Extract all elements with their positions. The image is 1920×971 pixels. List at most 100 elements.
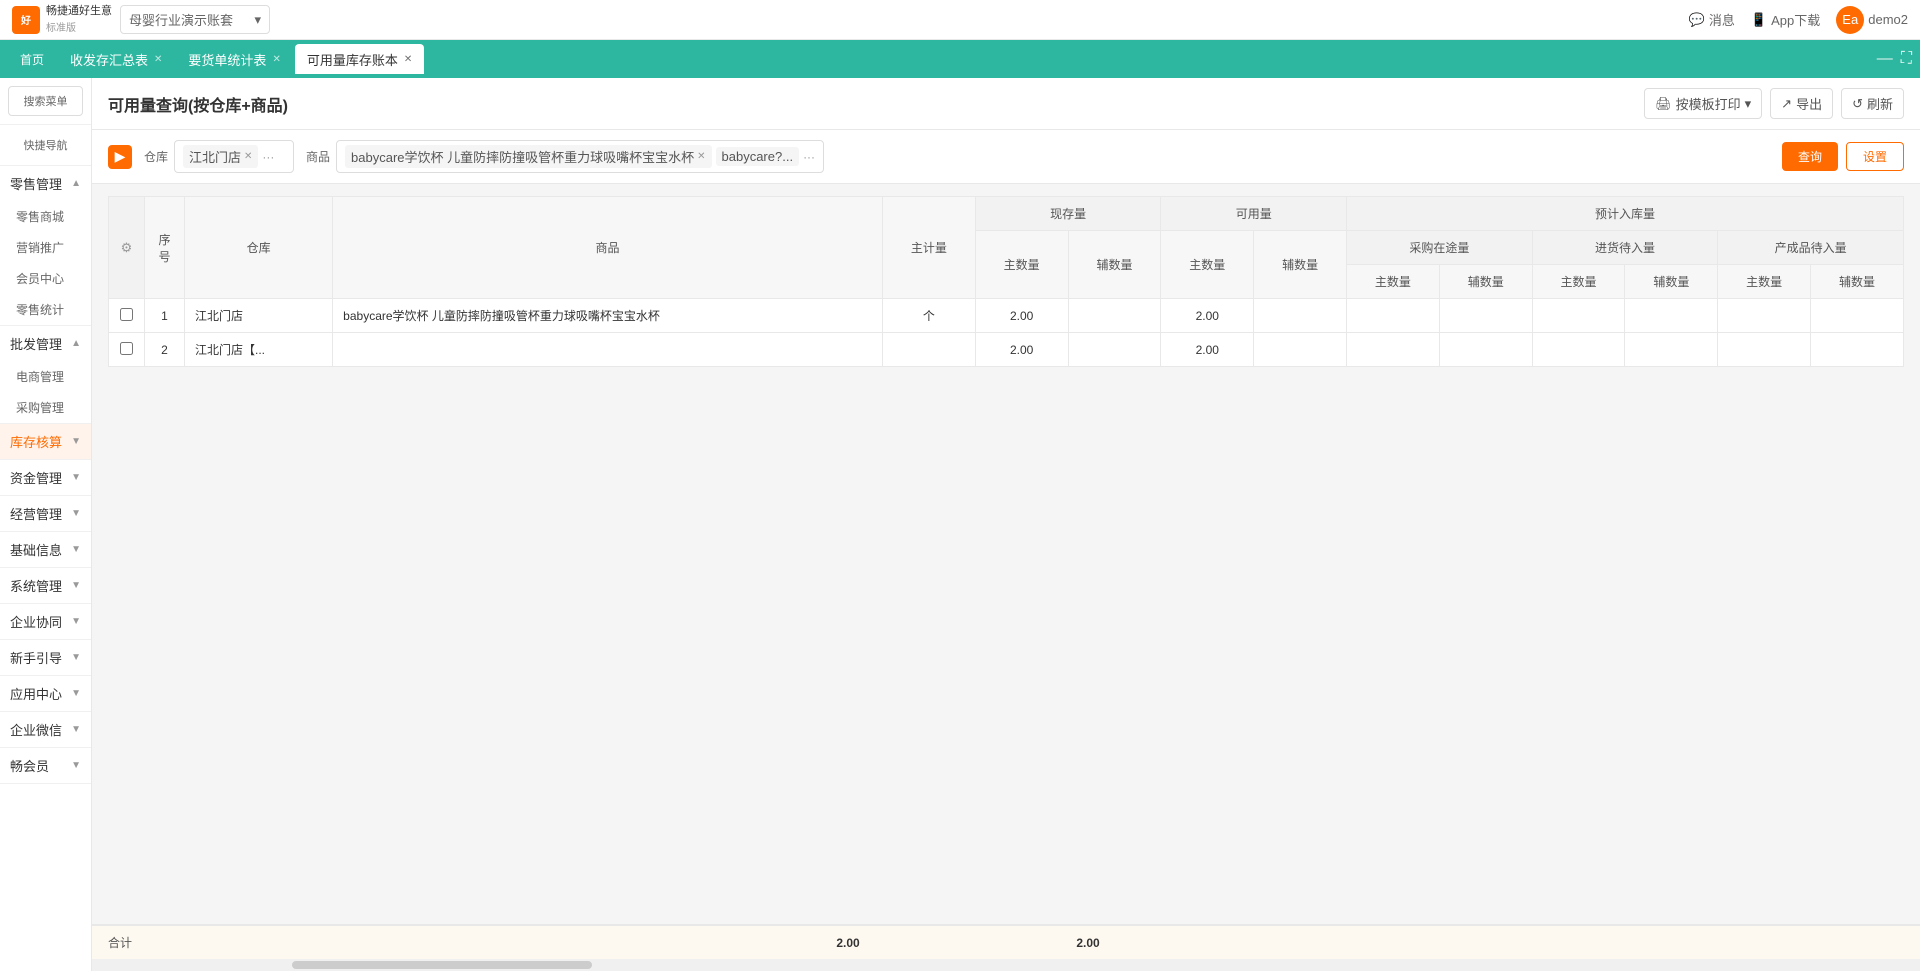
row-product: babycare学饮杯 儿童防摔防撞吸管杯重力球吸嘴杯宝宝水杯 [333, 299, 883, 333]
sidebar-section-enterprise: 企业协同 ▼ [0, 604, 91, 640]
footer-values: 2.00 2.00 [788, 936, 1904, 950]
sidebar-section-finance: 资金管理 ▼ [0, 460, 91, 496]
col-incoming-main-header: 主数量 [1532, 265, 1625, 299]
app-download-button[interactable]: 📱 App下载 [1751, 10, 1820, 29]
filter-actions: 查询 设置 [1782, 142, 1904, 171]
footer-total-label: 合计 [108, 934, 788, 951]
filter-more-icon[interactable]: ··· [262, 150, 274, 164]
chevron-down-icon-ops: ▼ [71, 508, 81, 519]
col-production-main-header: 主数量 [1718, 265, 1811, 299]
tab-keyongliang[interactable]: 可用量库存账本 ✕ [295, 44, 424, 74]
row-warehouse: 江北门店【... [185, 333, 333, 367]
search-menu-button[interactable]: 搜索菜单 [8, 86, 83, 116]
filter-product-more[interactable]: ··· [803, 150, 815, 164]
sidebar-item-retail-mall[interactable]: 零售商城 [0, 201, 91, 232]
tab-yaohuo[interactable]: 要货单统计表 ✕ [176, 44, 292, 74]
row-num: 2 [145, 333, 185, 367]
page-actions: 🖨 按模板打印 ▾ ↗ 导出 ↺ 刷新 [1644, 88, 1904, 119]
sidebar-section-header-appcenter[interactable]: 应用中心 ▼ [0, 676, 91, 711]
industry-selector[interactable]: 母婴行业演示账套 ▾ [120, 5, 270, 34]
user-account[interactable]: Ea demo2 [1836, 6, 1908, 34]
export-icon: ↗ [1781, 96, 1792, 112]
sidebar-section-retail: 零售管理 ▲ 零售商城 营销推广 会员中心 零售统计 [0, 166, 91, 326]
sidebar-section-header-retail[interactable]: 零售管理 ▲ [0, 166, 91, 201]
col-avail-sub-header: 辅数量 [1254, 231, 1347, 299]
filter-warehouse-input[interactable]: 江北门店 ✕ ··· [174, 140, 294, 173]
sidebar-section-header-finance[interactable]: 资金管理 ▼ [0, 460, 91, 495]
refresh-button[interactable]: ↺ 刷新 [1841, 88, 1904, 119]
col-stock-main-header: 主数量 [975, 231, 1068, 299]
top-bar-left: 好 畅捷通好生意 标准版 母婴行业演示账套 ▾ [12, 5, 270, 34]
tab-close-keyongliang[interactable]: ✕ [404, 54, 412, 65]
chevron-down-icon-ent: ▼ [71, 616, 81, 627]
tab-close-yaohuo[interactable]: ✕ [272, 54, 280, 65]
col-warehouse-header: 仓库 [185, 197, 333, 299]
logo-icon: 好 [12, 6, 40, 34]
refresh-icon: ↺ [1852, 96, 1863, 112]
tab-close-shoufachu[interactable]: ✕ [154, 54, 162, 65]
col-stock-header: 现存量 [975, 197, 1161, 231]
export-button[interactable]: ↗ 导出 [1770, 88, 1833, 119]
sidebar-section-header-newguide[interactable]: 新手引导 ▼ [0, 640, 91, 675]
sidebar-item-member[interactable]: 会员中心 [0, 263, 91, 294]
filter-warehouse-label: 仓库 [144, 148, 168, 165]
sidebar-item-purchase[interactable]: 采购管理 [0, 392, 91, 423]
row-avail-main: 2.00 [1161, 333, 1254, 367]
sidebar: 搜索菜单 快捷导航 零售管理 ▲ 零售商城 营销推广 会员中心 零售统计 批发管… [0, 78, 92, 971]
sidebar-section-header-member2[interactable]: 畅会员 ▼ [0, 748, 91, 783]
filter-toggle-button[interactable]: ▶ [108, 145, 132, 169]
filter-warehouse-tag: 江北门店 ✕ [183, 145, 258, 168]
sidebar-item-marketing[interactable]: 营销推广 [0, 232, 91, 263]
sidebar-section-header-wechat[interactable]: 企业微信 ▼ [0, 712, 91, 747]
col-production-header: 产成品待入量 [1718, 231, 1904, 265]
chevron-down-icon-inv: ▼ [71, 436, 81, 447]
sidebar-section-header-inventory[interactable]: 库存核算 ▼ [0, 424, 91, 459]
tab-shoufachu[interactable]: 收发存汇总表 ✕ [58, 44, 174, 74]
filter-product-label: 商品 [306, 148, 330, 165]
footer-purchase-sub [1368, 936, 1468, 950]
sidebar-section-header-wholesale[interactable]: 批发管理 ▲ [0, 326, 91, 361]
sidebar-section-header-enterprise[interactable]: 企业协同 ▼ [0, 604, 91, 639]
gear-icon[interactable]: ⚙ [121, 240, 133, 255]
message-button[interactable]: 💬 消息 [1689, 10, 1735, 29]
print-button[interactable]: 🖨 按模板打印 ▾ [1644, 88, 1762, 119]
col-avail-main-header: 主数量 [1161, 231, 1254, 299]
chevron-down-print: ▾ [1745, 96, 1752, 112]
row-checkbox[interactable] [109, 333, 145, 367]
sidebar-item-retail-stats[interactable]: 零售统计 [0, 294, 91, 325]
sidebar-item-quicknav[interactable]: 快捷导航 [0, 129, 91, 161]
tab-bar: 首页 收发存汇总表 ✕ 要货单统计表 ✕ 可用量库存账本 ✕ — ⛶ [0, 40, 1920, 78]
sidebar-item-ecommerce[interactable]: 电商管理 [0, 361, 91, 392]
filter-bar: ▶ 仓库 江北门店 ✕ ··· 商品 babycare学饮杯 儿童防摔防撞吸管杯… [92, 130, 1920, 184]
sidebar-section-wholesale: 批发管理 ▲ 电商管理 采购管理 [0, 326, 91, 424]
col-settings[interactable]: ⚙ [109, 197, 145, 299]
footer-production-main [1668, 936, 1768, 950]
filter-product-input[interactable]: babycare学饮杯 儿童防摔防撞吸管杯重力球吸嘴杯宝宝水杯 ✕ babyca… [336, 140, 824, 173]
sidebar-section-header-operations[interactable]: 经营管理 ▼ [0, 496, 91, 531]
filter-product-remove1[interactable]: ✕ [697, 151, 705, 162]
tab-expand-icon[interactable]: ⛶ [1901, 50, 1912, 68]
chevron-down-icon-sys: ▼ [71, 580, 81, 591]
tab-minimize-icon[interactable]: — [1877, 50, 1893, 68]
scroll-bar-thumb[interactable] [292, 961, 592, 969]
top-bar: 好 畅捷通好生意 标准版 母婴行业演示账套 ▾ 💬 消息 📱 App下载 Ea … [0, 0, 1920, 40]
row-checkbox[interactable] [109, 299, 145, 333]
row-production-sub [1811, 299, 1904, 333]
settings-button[interactable]: 设置 [1846, 142, 1904, 171]
sidebar-section-wechat: 企业微信 ▼ [0, 712, 91, 748]
sidebar-nav: 快捷导航 [0, 125, 91, 166]
data-table: ⚙ 序号 仓库 商品 主计量 现存量 可用量 预计入库量 主数量 辅数量 主数量 [108, 196, 1904, 367]
chevron-up-icon: ▲ [71, 178, 81, 189]
sidebar-section-header-basics[interactable]: 基础信息 ▼ [0, 532, 91, 567]
chevron-down-icon-fin: ▼ [71, 472, 81, 483]
table-row: 1 江北门店 babycare学饮杯 儿童防摔防撞吸管杯重力球吸嘴杯宝宝水杯 个… [109, 299, 1904, 333]
table-area: ⚙ 序号 仓库 商品 主计量 现存量 可用量 预计入库量 主数量 辅数量 主数量 [92, 184, 1920, 924]
footer-stock-main: 2.00 [788, 936, 908, 950]
sidebar-section-system: 系统管理 ▼ [0, 568, 91, 604]
logo-sub: 标准版 [46, 19, 112, 34]
sidebar-section-header-system[interactable]: 系统管理 ▼ [0, 568, 91, 603]
tab-home[interactable]: 首页 [8, 44, 56, 74]
filter-warehouse-remove[interactable]: ✕ [244, 151, 252, 162]
row-warehouse: 江北门店 [185, 299, 333, 333]
query-button[interactable]: 查询 [1782, 142, 1838, 171]
